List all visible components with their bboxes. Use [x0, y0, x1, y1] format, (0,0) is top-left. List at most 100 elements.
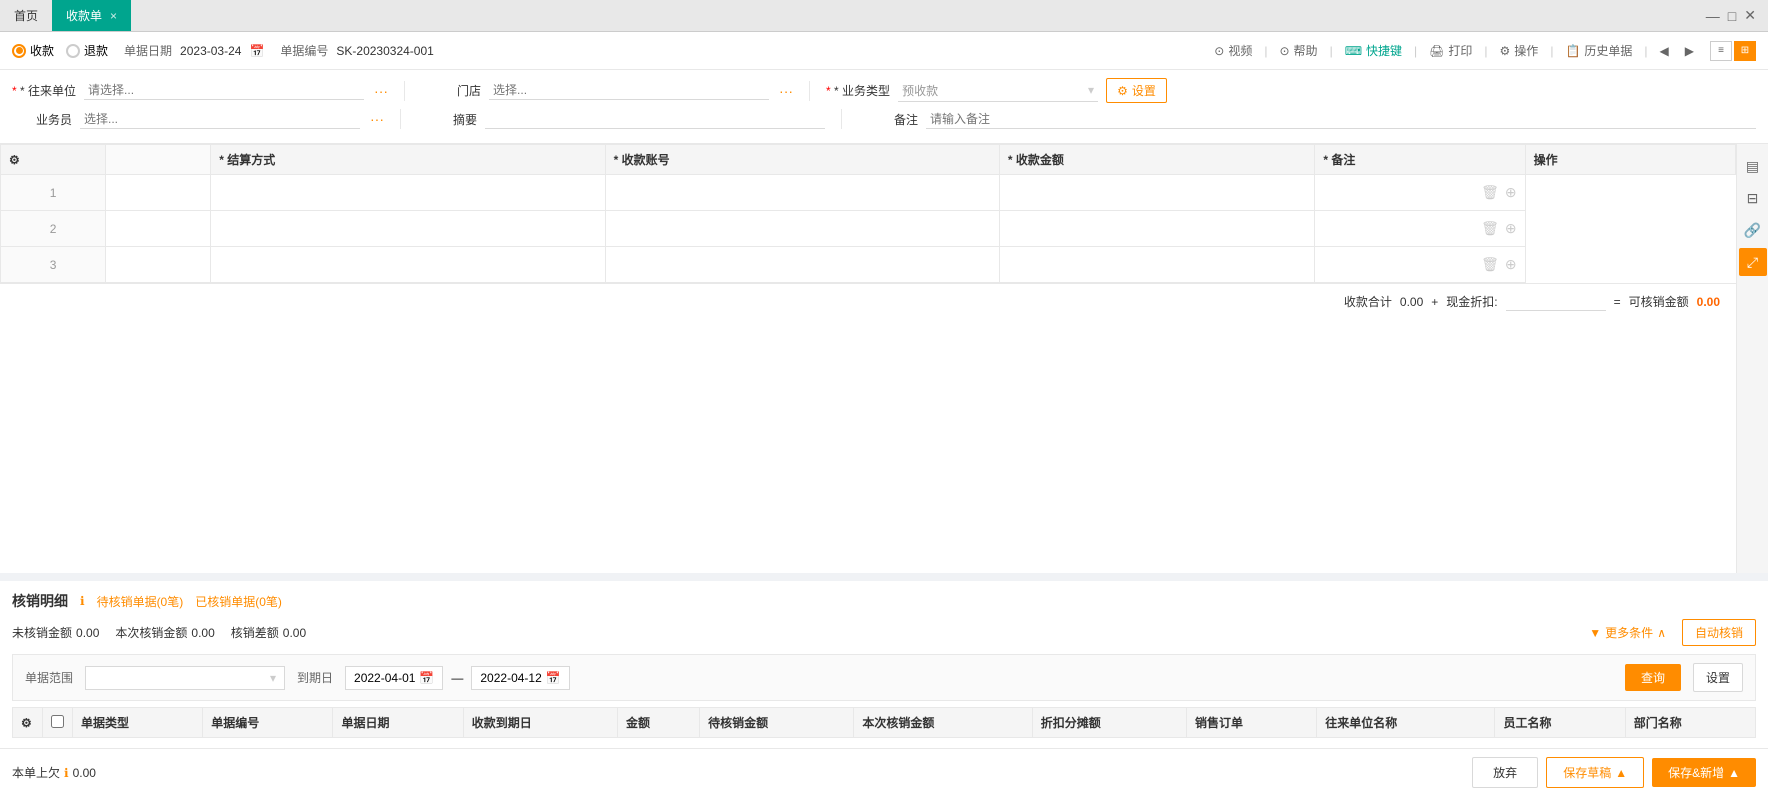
query-button[interactable]: 查询 — [1625, 664, 1681, 691]
toolbar-operations[interactable]: ⚙ 操作 — [1496, 40, 1543, 61]
row-1-account[interactable] — [211, 175, 605, 211]
net-value: 0.00 — [1697, 295, 1720, 309]
chevron-up-icon: ∧ — [1657, 626, 1666, 640]
save-draft-button[interactable]: 保存草稿 ▲ — [1546, 757, 1644, 788]
minimize-icon[interactable]: — — [1706, 8, 1720, 24]
verified-tab[interactable]: 已核销单据(0笔) — [195, 593, 282, 610]
pending-tab[interactable]: 待核销单据(0笔) — [97, 593, 184, 610]
row-1-note[interactable] — [999, 175, 1314, 211]
layout-list-btn[interactable]: ≡ — [1710, 41, 1732, 61]
tab-receipt-close[interactable]: × — [110, 9, 117, 23]
toolbar-history[interactable]: 📋 历史单据 — [1561, 40, 1636, 61]
stat-value: 0.00 — [73, 766, 96, 780]
settings-icon[interactable]: ⚙ — [9, 153, 20, 167]
row-2-account[interactable] — [211, 211, 605, 247]
bottom-settings-icon[interactable]: ⚙ — [21, 716, 32, 730]
save-new-button[interactable]: 保存&新增 ▲ — [1652, 758, 1756, 787]
operations-icon: ⚙ — [1500, 44, 1511, 58]
close-window-icon[interactable]: ✕ — [1744, 7, 1756, 24]
row-1-delete-icon[interactable]: 🗑 — [1481, 184, 1499, 201]
sidebar-copy-icon[interactable]: ⊟ — [1739, 184, 1767, 212]
verify-header: 核销明细 ℹ 待核销单据(0笔) 已核销单据(0笔) — [12, 591, 1756, 611]
tab-home-label: 首页 — [14, 7, 38, 24]
row-1-amount[interactable] — [605, 175, 999, 211]
discount-input[interactable] — [1506, 292, 1606, 311]
store-more-icon[interactable]: ··· — [779, 83, 793, 99]
bottom-col-counterpart: 往来单位名称 — [1317, 708, 1495, 738]
gear-icon: ⚙ — [1117, 84, 1128, 98]
row-3-account[interactable] — [211, 247, 605, 283]
business-type-select[interactable]: 预收款 ▾ — [898, 80, 1098, 102]
form-header: 收款 退款 单据日期 2023-03-24 📅 单据编号 SK-20230324… — [0, 32, 1768, 70]
diff-value: 0.00 — [283, 626, 306, 640]
row-3-copy-icon[interactable]: ⊕ — [1505, 256, 1517, 273]
summary-input[interactable] — [485, 110, 825, 129]
range-label: 单据范围 — [25, 669, 73, 686]
row-1-ops: 🗑 ⊕ — [1323, 184, 1516, 201]
row-3-payment[interactable] — [106, 247, 211, 283]
row-1-payment[interactable] — [106, 175, 211, 211]
radio-receipt[interactable]: 收款 — [12, 42, 54, 59]
row-2-copy-icon[interactable]: ⊕ — [1505, 220, 1517, 237]
row-2-amount[interactable] — [605, 211, 999, 247]
row-2-payment[interactable] — [106, 211, 211, 247]
verify-info-icon[interactable]: ℹ — [80, 594, 85, 608]
range-select[interactable]: ▾ — [85, 666, 285, 690]
toolbar-prev[interactable]: ◀ — [1656, 42, 1673, 60]
maximize-icon[interactable]: □ — [1728, 8, 1736, 24]
bottom-col-date: 单据日期 — [333, 708, 463, 738]
row-3-note[interactable] — [999, 247, 1314, 283]
col-amount-header: * 收款金额 — [999, 145, 1314, 175]
remarks-input[interactable] — [926, 110, 1756, 129]
row-3-num: 3 — [1, 247, 106, 283]
sidebar-attachment-icon[interactable]: 🔗 — [1739, 216, 1767, 244]
table-row: 1 🗑 ⊕ — [1, 175, 1736, 211]
save-new-chevron-icon: ▲ — [1728, 766, 1740, 780]
filter-settings-button[interactable]: 设置 — [1693, 663, 1743, 692]
bottom-select-all[interactable] — [51, 715, 64, 728]
radio-refund[interactable]: 退款 — [66, 42, 108, 59]
toolbar-video[interactable]: ⊙ 视频 — [1210, 40, 1256, 61]
meta-no-label: 单据编号 — [280, 42, 328, 59]
salesperson-more-icon[interactable]: ··· — [370, 111, 384, 127]
more-conditions[interactable]: ▼ 更多条件 ∧ — [1589, 624, 1666, 641]
toolbar-shortcut[interactable]: ⌨ 快捷键 — [1341, 40, 1406, 61]
radio-refund-dot — [66, 44, 80, 58]
col-note-header: * 备注 — [1315, 145, 1525, 175]
layout-grid-btn[interactable]: ⊞ — [1734, 41, 1756, 61]
counterpart-more-icon[interactable]: ··· — [374, 83, 388, 99]
toolbar-next[interactable]: ▶ — [1681, 42, 1698, 60]
col-settings-header: ⚙ — [1, 145, 106, 175]
help-icon: ⊙ — [1279, 44, 1289, 58]
auto-verify-button[interactable]: 自动核销 — [1682, 619, 1756, 646]
row-3-amount[interactable] — [605, 247, 999, 283]
store-input[interactable] — [489, 81, 769, 100]
counterpart-input[interactable] — [84, 81, 364, 100]
toolbar-help[interactable]: ⊙ 帮助 — [1275, 40, 1321, 61]
row-1-copy-icon[interactable]: ⊕ — [1505, 184, 1517, 201]
col-account-header: * 收款账号 — [605, 145, 999, 175]
sidebar-expand-icon[interactable]: ⤢ — [1739, 248, 1767, 276]
tab-receipt[interactable]: 收款单 × — [52, 0, 131, 31]
toolbar-print[interactable]: 🖨 打印 — [1425, 40, 1476, 61]
table-wrapper: ⚙ * 结算方式 * 收款账号 * 收款金额 * 备注 — [0, 144, 1768, 573]
calendar-icon[interactable]: 📅 — [249, 44, 264, 58]
row-2-delete-icon[interactable]: 🗑 — [1481, 220, 1499, 237]
tab-home[interactable]: 首页 — [0, 0, 52, 31]
table-row: 3 🗑 ⊕ — [1, 247, 1736, 283]
date-start-input[interactable]: 2022-04-01 📅 — [345, 666, 443, 690]
diff-label: 核销差额 — [231, 624, 279, 641]
salesperson-input[interactable] — [80, 110, 360, 129]
stat-info-icon[interactable]: ℹ — [64, 766, 69, 780]
date-range-sep: — — [451, 671, 463, 685]
row-1-num: 1 — [1, 175, 106, 211]
row-3-delete-icon[interactable]: 🗑 — [1481, 256, 1499, 273]
toolbar-right: ⊙ 视频 | ⊙ 帮助 | ⌨ 快捷键 | 🖨 打印 | ⚙ 操作 — [1210, 40, 1756, 61]
calendar-start-icon: 📅 — [419, 671, 434, 685]
date-end-input[interactable]: 2022-04-12 📅 — [471, 666, 569, 690]
sidebar-table-icon[interactable]: ▤ — [1739, 152, 1767, 180]
settings-button[interactable]: ⚙ 设置 — [1106, 78, 1167, 103]
bottom-col-type: 单据类型 — [73, 708, 203, 738]
row-2-note[interactable] — [999, 211, 1314, 247]
abandon-button[interactable]: 放弃 — [1472, 757, 1538, 788]
